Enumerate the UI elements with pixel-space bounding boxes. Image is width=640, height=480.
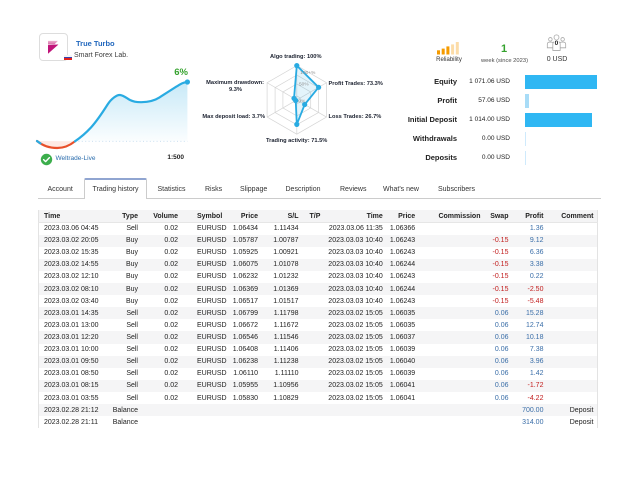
svg-text:50%: 50% [299,81,309,87]
svg-text:0%: 0% [298,98,306,104]
svg-text:0: 0 [555,40,559,47]
svg-text:100+%: 100+% [300,70,316,76]
